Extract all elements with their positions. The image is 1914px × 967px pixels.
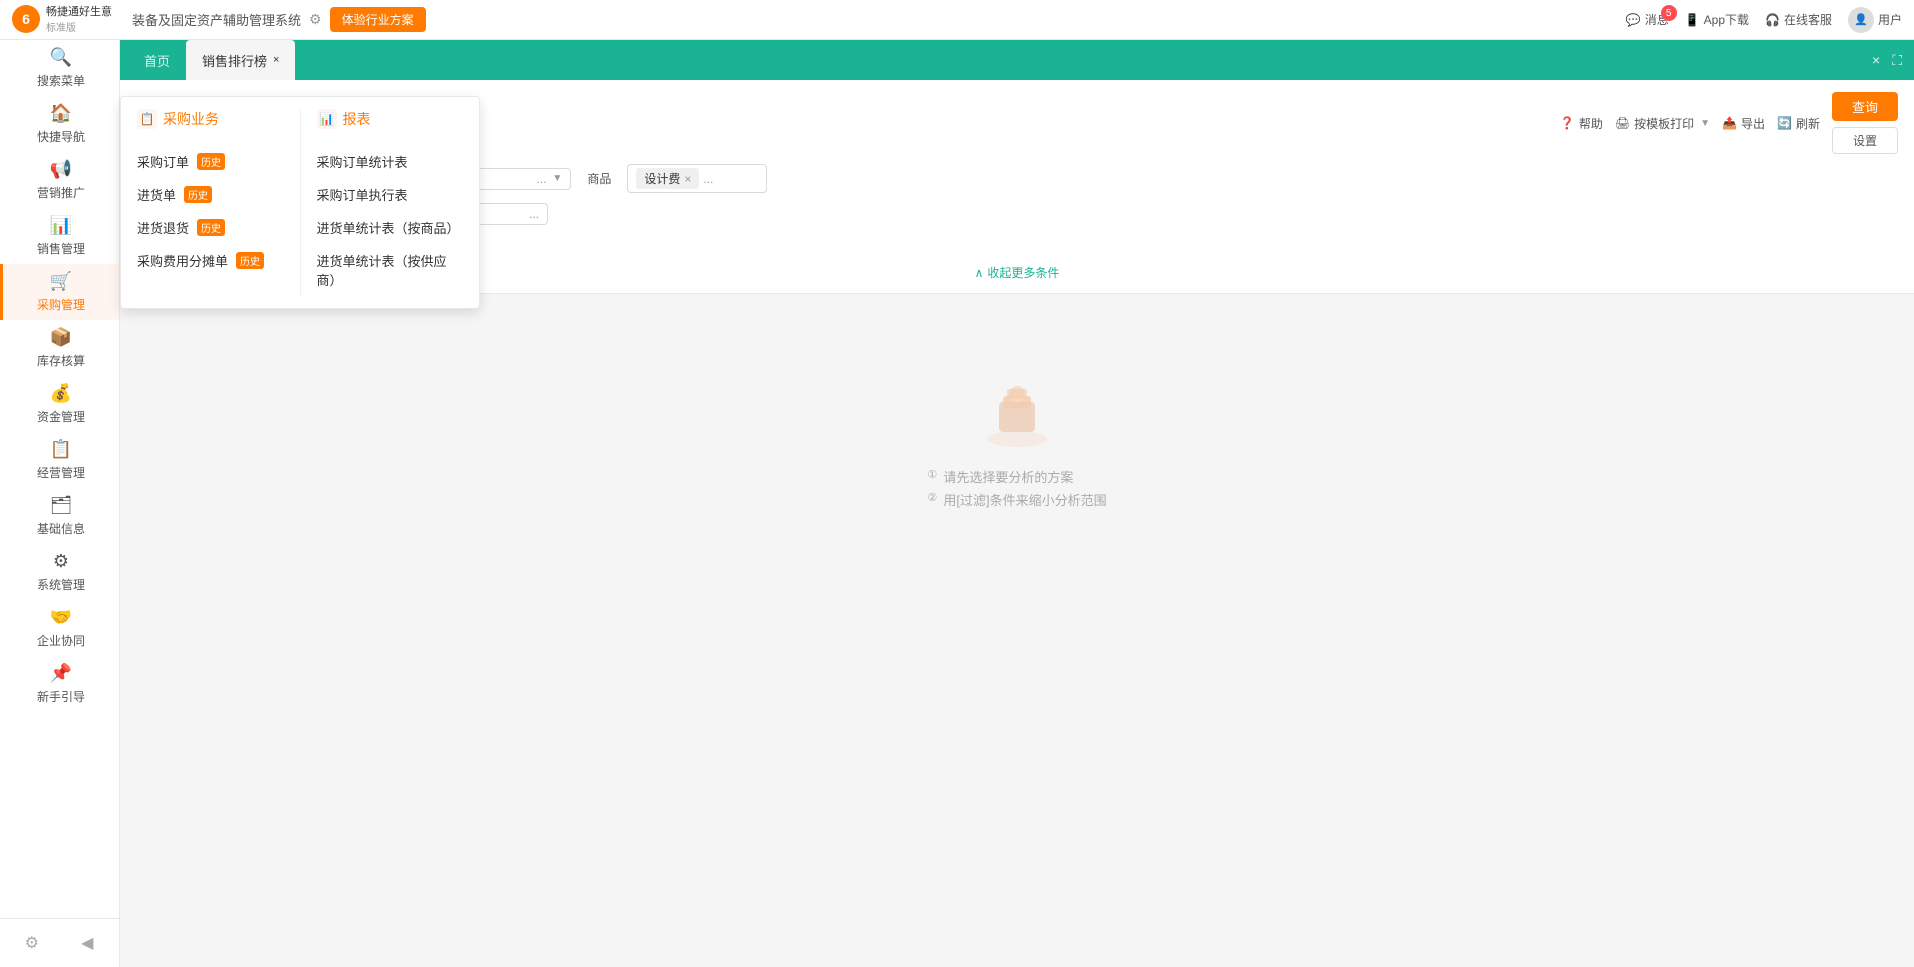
dropdown-col-purchase-title: 📋 采购业务 [137,109,284,135]
print-chevron-icon: ▼ [1700,118,1710,129]
settings-gear-icon[interactable]: ⚙ [309,11,322,28]
dropdown-item-purchase-cost[interactable]: 采购费用分摊单 历史 [137,244,284,277]
tabs-bar: 首页 销售排行榜 × × ⛶ [120,40,1914,80]
history-badge-1[interactable]: 历史 [184,186,212,203]
purchase-dropdown-menu: 📋 采购业务 采购订单 历史 进货单 历史 进货退货 历史 采购费用分摊单 历史… [120,96,480,309]
dropdown-col-purchase: 📋 采购业务 采购订单 历史 进货单 历史 进货退货 历史 采购费用分摊单 历史 [121,109,300,296]
dropdown-item-purchase-goods[interactable]: 进货单 历史 [137,178,284,211]
dropdown-col-reports-title: 📊 报表 [317,109,464,135]
message-icon: 💬 [1626,13,1641,27]
history-badge-0[interactable]: 历史 [197,153,225,170]
top-header: 6 畅捷通好生意 标准版 装备及固定资产辅助管理系统 ⚙ 体验行业方案 💬 消息… [0,0,1914,40]
tab-sales-rank[interactable]: 销售排行榜 × [186,40,295,80]
system-icon: ⚙ [53,551,69,572]
dropdown-item-purchase-order[interactable]: 采购订单 历史 [137,145,284,178]
sidebar-item-inventory[interactable]: 📦 库存核算 [0,320,119,376]
industry-btn[interactable]: 体验行业方案 [330,7,426,32]
message-badge: 5 [1661,5,1677,21]
sidebar-item-sales-mgmt[interactable]: 📊 销售管理 [0,208,119,264]
empty-illustration [977,374,1057,454]
print-icon: 🖨 [1615,116,1630,130]
dropdown-item-report-order-stats[interactable]: 采购订单统计表 [317,145,464,178]
logo-sub: 标准版 [46,19,112,34]
sidebar-bottom: ⚙ ◀ [0,918,119,967]
tab-close-btn[interactable]: × [1868,48,1884,72]
empty-area: 请先选择要分析的方案 用[过滤]条件来缩小分析范围 [120,294,1914,593]
system-title: 装备及固定资产辅助管理系统 [132,10,301,29]
dropdown-item-report-supplier-stats[interactable]: 进货单统计表（按供应商） [317,244,464,296]
dropdown-col-reports: 📊 报表 采购订单统计表 采购订单执行表 进货单统计表（按商品） 进货单统计表（… [300,109,480,296]
goods-tag-close[interactable]: × [684,172,691,186]
header-right: 💬 消息 5 📱 App下载 🎧 在线客服 👤 用户 [1626,7,1902,33]
app-download-btn[interactable]: 📱 App下载 [1685,11,1749,28]
tab-home[interactable]: 首页 [128,40,186,80]
print-btn[interactable]: 🖨 按模板打印 ▼ [1615,115,1710,132]
sidebar-settings-btn[interactable]: ⚙ [8,927,56,959]
search-icon: 🔍 [50,47,72,68]
header-center: 装备及固定资产辅助管理系统 ⚙ 体验行业方案 [132,7,1626,32]
user-btn[interactable]: 👤 用户 [1848,7,1902,33]
basicinfo-icon: 🗂 [50,495,73,516]
home-icon: 🏠 [50,103,72,124]
logo-icon: 6 [12,5,40,33]
finance-icon: 💰 [50,383,72,404]
avatar: 👤 [1848,7,1874,33]
purchase-col-icon: 📋 [137,109,157,129]
history-badge-3[interactable]: 历史 [236,252,264,269]
sales-icon: 📊 [50,215,72,236]
operations-icon: 📋 [50,439,72,460]
tab-actions: × ⛶ [1868,48,1906,73]
chevron-up-icon: ∧ [975,266,984,280]
settings-action-btn[interactable]: 设置 [1832,127,1898,154]
goods-tag: 设计费 × [636,168,699,189]
sidebar-item-basic-info[interactable]: 🗂 基础信息 [0,488,119,544]
sidebar-item-guide[interactable]: 📌 新手引导 [0,656,119,712]
sidebar-item-operations[interactable]: 📋 经营管理 [0,432,119,488]
dropdown-item-report-order-exec[interactable]: 采购订单执行表 [317,178,464,211]
tab-fullscreen-btn[interactable]: ⛶ [1888,48,1906,73]
purchase-icon: 🛒 [50,271,72,292]
goods-label: 商品 [587,170,611,187]
help-icon: ❓ [1560,116,1575,130]
status-chevron-icon: ▼ [552,173,562,184]
sidebar-item-purchase-mgmt[interactable]: 🛒 采购管理 [0,264,119,320]
sidebar-item-enterprise[interactable]: 🤝 企业协同 [0,600,119,656]
goods-select[interactable]: 设计费 × ... [627,164,767,193]
inventory-icon: 📦 [50,327,72,348]
reports-col-icon: 📊 [317,109,337,129]
empty-tip-2: 用[过滤]条件来缩小分析范围 [927,489,1106,512]
dropdown-item-purchase-return[interactable]: 进货退货 历史 [137,211,284,244]
help-btn[interactable]: ❓ 帮助 [1560,115,1603,132]
history-badge-2[interactable]: 历史 [197,219,225,236]
refresh-btn[interactable]: 🔄 刷新 [1777,115,1820,132]
export-btn[interactable]: 📤 导出 [1722,115,1765,132]
tab-close-icon[interactable]: × [273,54,279,66]
sidebar-collapse-btn[interactable]: ◀ [64,927,112,959]
marketing-icon: 📢 [50,159,72,180]
dropdown-item-report-goods-stats[interactable]: 进货单统计表（按商品） [317,211,464,244]
online-service-btn[interactable]: 🎧 在线客服 [1765,11,1832,28]
enterprise-icon: 🤝 [50,607,72,628]
headset-icon: 🎧 [1765,13,1780,27]
sidebar-item-system[interactable]: ⚙ 系统管理 [0,544,119,600]
phone-icon: 📱 [1685,13,1700,27]
sidebar: 🔍 搜索菜单 🏠 快捷导航 📢 营销推广 📊 销售管理 🛒 采购管理 📦 库存核… [0,40,120,967]
sidebar-item-search-menu[interactable]: 🔍 搜索菜单 [0,40,119,96]
empty-tip-1: 请先选择要分析的方案 [927,466,1106,489]
export-icon: 📤 [1722,116,1737,130]
refresh-icon: 🔄 [1777,116,1792,130]
logo-area: 6 畅捷通好生意 标准版 [12,5,132,34]
query-btn[interactable]: 查询 [1832,92,1898,121]
sidebar-item-finance[interactable]: 💰 资金管理 [0,376,119,432]
logo-text: 畅捷通好生意 [46,5,112,19]
sidebar-item-marketing[interactable]: 📢 营销推广 [0,152,119,208]
empty-tips: 请先选择要分析的方案 用[过滤]条件来缩小分析范围 [927,466,1106,513]
guide-icon: 📌 [50,663,72,684]
message-btn[interactable]: 💬 消息 5 [1626,11,1669,28]
sidebar-item-quick-nav[interactable]: 🏠 快捷导航 [0,96,119,152]
